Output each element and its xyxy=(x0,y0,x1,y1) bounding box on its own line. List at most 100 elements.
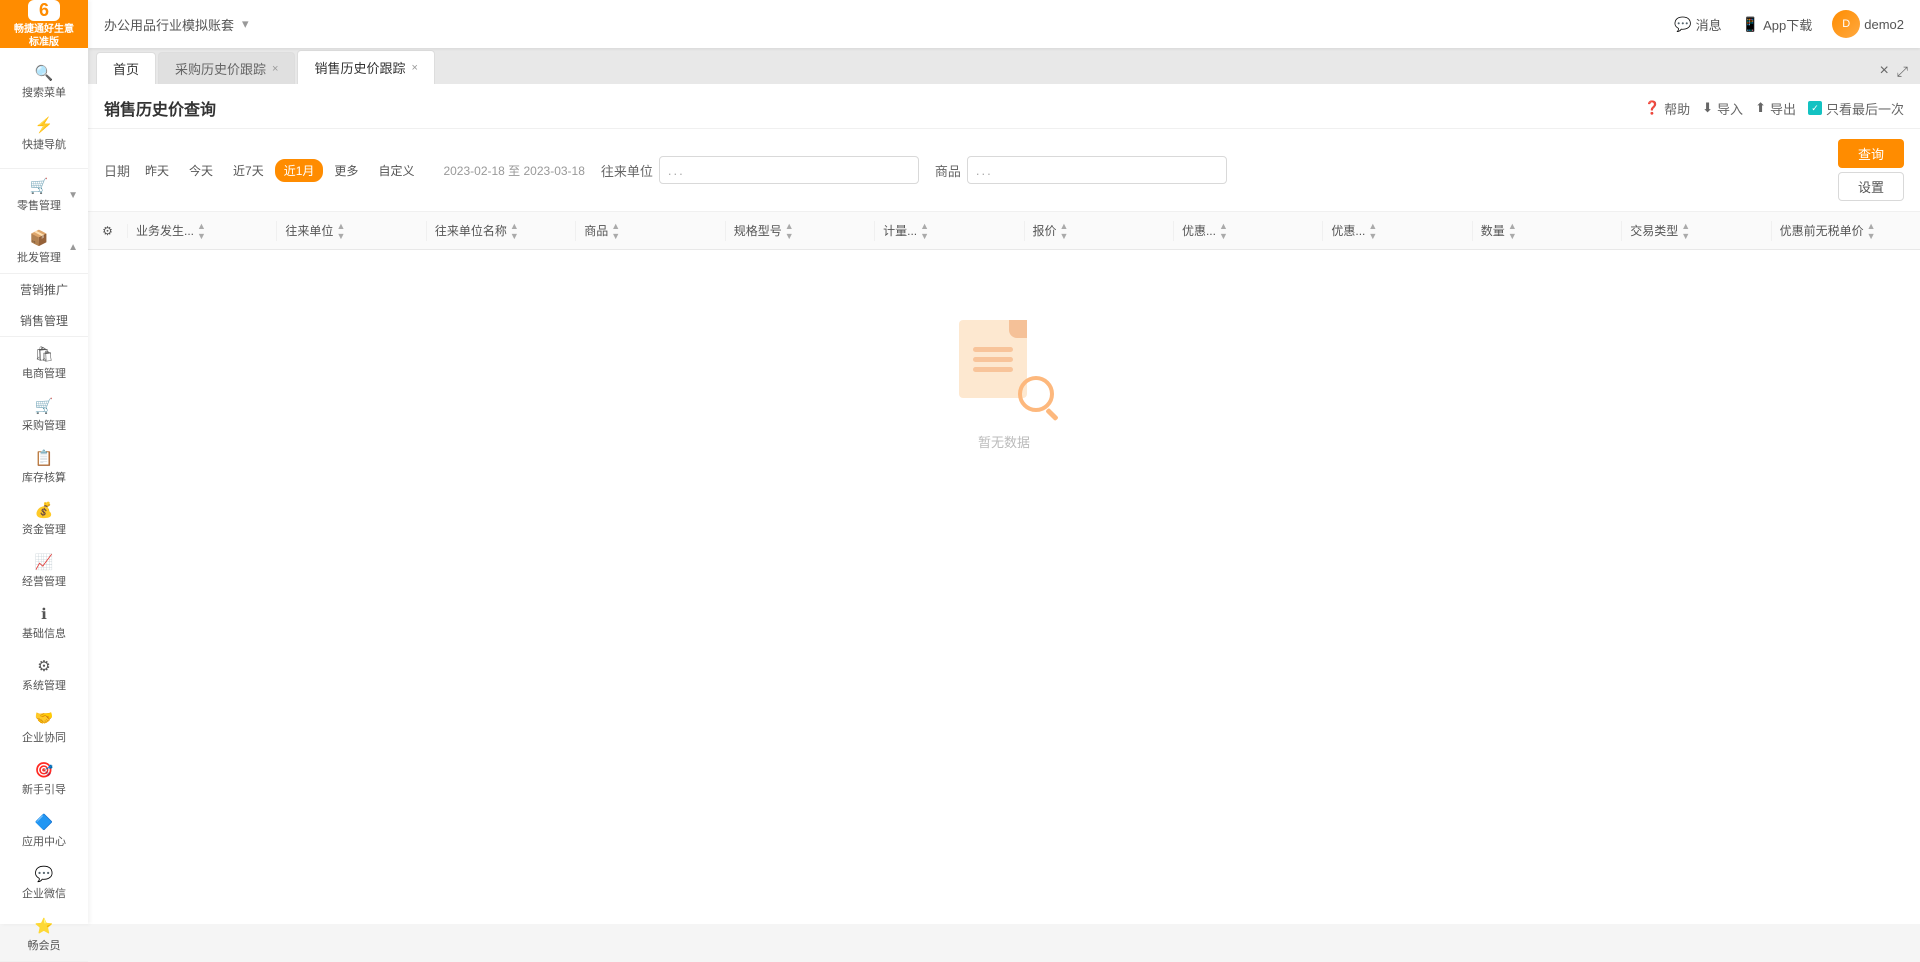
app-download-btn[interactable]: 📱 App下载 xyxy=(1742,15,1813,34)
guide-icon: 🎯 xyxy=(35,761,54,779)
date-btn-more[interactable]: 更多 xyxy=(325,159,367,182)
sidebar-item-apps[interactable]: 🔷 应用中心 xyxy=(0,805,88,857)
partner-input-dots: ... xyxy=(668,163,685,178)
sidebar-item-guide[interactable]: 🎯 新手引导 xyxy=(0,753,88,805)
tab-purchase[interactable]: 采购历史价跟踪 × xyxy=(158,52,295,84)
sidebar-inventory-label: 库存核算 xyxy=(22,469,66,485)
sidebar: 6 畅捷通好生意 标准版 🔍 搜索菜单 ⚡ 快捷导航 🛒 零售管理 ▼ 📦 批发… xyxy=(0,0,88,924)
settings-button[interactable]: 设置 xyxy=(1838,172,1904,201)
user-profile-btn[interactable]: D demo2 xyxy=(1832,10,1904,38)
th-price-sort-icon: ▲▼ xyxy=(1060,221,1069,241)
th-partner-name[interactable]: 往来单位名称 ▲▼ xyxy=(427,221,576,241)
th-price[interactable]: 报价 ▲▼ xyxy=(1025,221,1174,241)
only-last-checkbox[interactable]: 只看最后一次 xyxy=(1808,99,1904,118)
workspace-dropdown-icon[interactable]: ▾ xyxy=(242,16,249,32)
help-btn[interactable]: ❓ 帮助 xyxy=(1644,99,1690,118)
content-area: 销售历史价查询 ❓ 帮助 ⬇ 导入 ⬆ 导出 只看最后一次 xyxy=(88,84,1920,924)
product-input[interactable]: ... xyxy=(967,156,1227,184)
sidebar-purchase-label: 采购管理 xyxy=(22,417,66,433)
topbar-right: 💬 消息 📱 App下载 D demo2 xyxy=(1674,10,1904,38)
th-pretax-price[interactable]: 优惠前无税单价 ▲▼ xyxy=(1772,221,1920,241)
sidebar-item-retail[interactable]: 🛒 零售管理 ▼ xyxy=(0,169,88,221)
sidebar-item-wholesale[interactable]: 📦 批发管理 ▲ xyxy=(0,221,88,273)
th-spec-sort-icon: ▲▼ xyxy=(785,221,794,241)
tab-home-label: 首页 xyxy=(113,59,139,78)
th-discount2[interactable]: 优惠... ▲▼ xyxy=(1323,221,1472,241)
window-maximize-icon[interactable]: ⤢ xyxy=(1897,63,1908,80)
basic-icon: ℹ xyxy=(41,605,47,623)
query-button[interactable]: 查询 xyxy=(1838,139,1904,168)
sidebar-wholesale-label: 批发管理 xyxy=(17,249,61,265)
th-spec[interactable]: 规格型号 ▲▼ xyxy=(726,221,875,241)
th-pretax-price-label: 优惠前无税单价 xyxy=(1780,222,1864,239)
th-trade-type[interactable]: 交易类型 ▲▼ xyxy=(1622,221,1771,241)
sidebar-item-member[interactable]: ⭐ 畅会员 xyxy=(0,909,88,961)
th-gear[interactable]: ⚙ xyxy=(88,224,128,238)
th-pretax-price-sort-icon: ▲▼ xyxy=(1867,221,1876,241)
sidebar-item-finance[interactable]: 💰 资金管理 xyxy=(0,493,88,545)
th-product-sort-icon: ▲▼ xyxy=(611,221,620,241)
partner-input[interactable]: ... xyxy=(659,156,919,184)
date-filter-label: 日期 xyxy=(104,161,130,180)
th-discount1[interactable]: 优惠... ▲▼ xyxy=(1174,221,1323,241)
only-last-label: 只看最后一次 xyxy=(1826,99,1904,118)
wholesale-icon: 📦 xyxy=(30,229,49,247)
date-range-display: 2023-02-18 至 2023-03-18 xyxy=(439,162,584,179)
sidebar-item-ecommerce[interactable]: 🛍 电商管理 xyxy=(0,337,88,389)
sidebar-quick-label: 快捷导航 xyxy=(22,136,66,152)
tab-sales[interactable]: 销售历史价跟踪 × xyxy=(297,50,434,84)
date-btn-7days[interactable]: 近7天 xyxy=(224,159,273,182)
tab-sales-close-icon[interactable]: × xyxy=(411,62,417,74)
export-icon: ⬆ xyxy=(1755,100,1766,116)
tab-home[interactable]: 首页 xyxy=(96,52,156,84)
app-download-label: App下载 xyxy=(1763,15,1812,34)
th-unit-label: 计量... xyxy=(883,222,917,239)
workspace-label[interactable]: 办公用品行业模拟账套 xyxy=(104,15,234,34)
sidebar-wholesale-sub: 营销推广 销售管理 xyxy=(0,274,88,337)
th-discount2-sort-icon: ▲▼ xyxy=(1368,221,1377,241)
tabbar: 首页 采购历史价跟踪 × 销售历史价跟踪 × × ⤢ xyxy=(88,48,1920,84)
sidebar-item-wechat[interactable]: 💬 企业微信 xyxy=(0,857,88,909)
message-btn[interactable]: 💬 消息 xyxy=(1674,15,1721,34)
th-partner-name-label: 往来单位名称 xyxy=(435,222,507,239)
th-quantity[interactable]: 数量 ▲▼ xyxy=(1473,221,1622,241)
sidebar-other-section: 🛍 电商管理 🛒 采购管理 📋 库存核算 💰 资金管理 📈 经营管理 ℹ 基础信… xyxy=(0,337,88,962)
page-header: 销售历史价查询 ❓ 帮助 ⬇ 导入 ⬆ 导出 只看最后一次 xyxy=(88,84,1920,129)
sidebar-item-marketing[interactable]: 营销推广 xyxy=(0,274,88,305)
tab-purchase-close-icon[interactable]: × xyxy=(272,63,278,75)
gear-icon: ⚙ xyxy=(102,224,113,238)
sidebar-item-quick[interactable]: ⚡ 快捷导航 xyxy=(6,108,82,160)
ecommerce-icon: 🛍 xyxy=(34,345,53,363)
sidebar-operations-label: 经营管理 xyxy=(22,573,66,589)
sidebar-item-inventory[interactable]: 📋 库存核算 xyxy=(0,441,88,493)
sidebar-item-system[interactable]: ⚙ 系统管理 xyxy=(0,649,88,701)
topbar-left: 办公用品行业模拟账套 ▾ xyxy=(104,15,249,34)
sidebar-marketing-label: 营销推广 xyxy=(20,283,68,297)
sidebar-member-label: 畅会员 xyxy=(28,937,61,953)
th-unit[interactable]: 计量... ▲▼ xyxy=(875,221,1024,241)
sidebar-item-search[interactable]: 🔍 搜索菜单 xyxy=(6,56,82,108)
date-btn-custom[interactable]: 自定义 xyxy=(369,159,423,182)
th-product[interactable]: 商品 ▲▼ xyxy=(576,221,725,241)
date-btn-1month[interactable]: 近1月 xyxy=(275,159,324,182)
import-label: 导入 xyxy=(1717,99,1743,118)
export-btn[interactable]: ⬆ 导出 xyxy=(1755,99,1796,118)
window-close-icon[interactable]: × xyxy=(1879,62,1888,80)
app-download-icon: 📱 xyxy=(1742,16,1759,33)
sidebar-search-label: 搜索菜单 xyxy=(22,84,66,100)
sidebar-item-corp[interactable]: 🤝 企业协同 xyxy=(0,701,88,753)
import-btn[interactable]: ⬇ 导入 xyxy=(1702,99,1743,118)
sidebar-item-purchase[interactable]: 🛒 采购管理 xyxy=(0,389,88,441)
username-label: demo2 xyxy=(1864,17,1904,32)
date-btn-yesterday[interactable]: 昨天 xyxy=(136,159,178,182)
th-partner-code[interactable]: 往来单位 ▲▼ xyxy=(277,221,426,241)
apps-icon: 🔷 xyxy=(35,813,54,831)
help-icon: ❓ xyxy=(1644,100,1660,116)
date-btn-today[interactable]: 今天 xyxy=(180,159,222,182)
th-biz-date[interactable]: 业务发生... ▲▼ xyxy=(128,221,277,241)
th-partner-name-sort-icon: ▲▼ xyxy=(510,221,519,241)
sidebar-item-sales-mgmt[interactable]: 销售管理 xyxy=(0,305,88,336)
sidebar-item-basic[interactable]: ℹ 基础信息 xyxy=(0,597,88,649)
sidebar-item-operations[interactable]: 📈 经营管理 xyxy=(0,545,88,597)
sidebar-corp-label: 企业协同 xyxy=(22,729,66,745)
